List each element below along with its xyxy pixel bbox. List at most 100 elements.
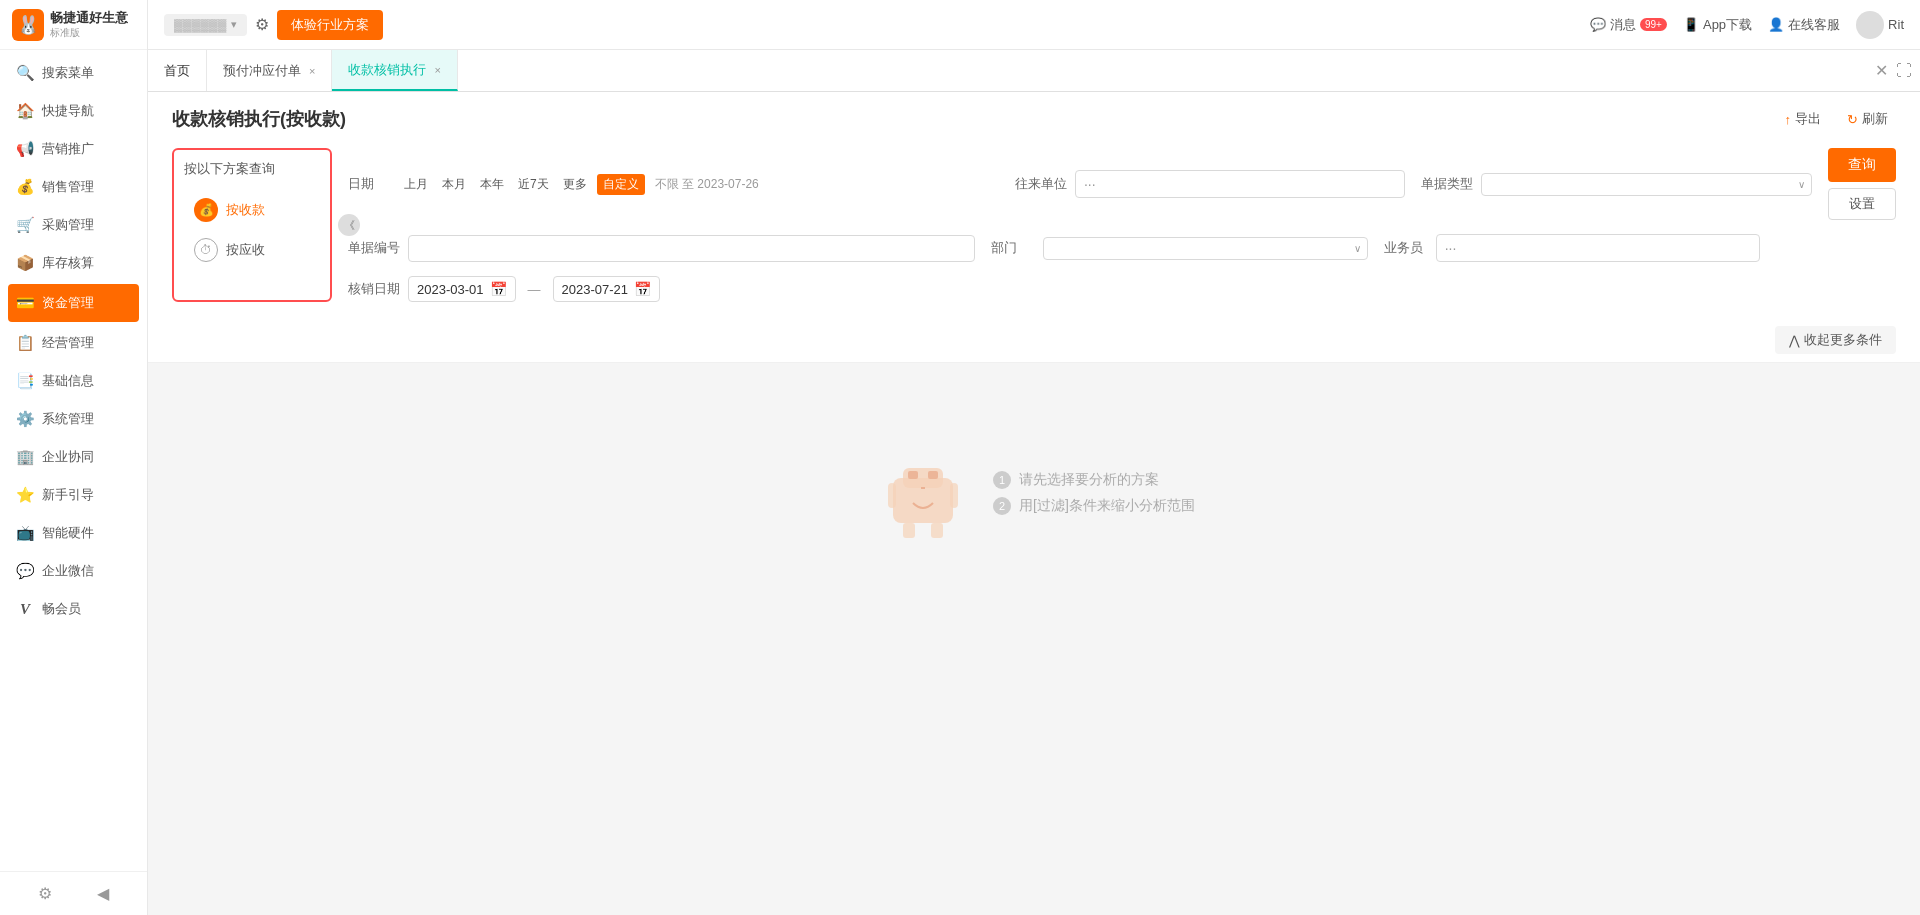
- counterpart-dots-icon: ···: [1076, 171, 1104, 197]
- sidebar-item-search[interactable]: 🔍 搜索菜单: [0, 54, 147, 92]
- purchase-icon: 🛒: [16, 216, 34, 234]
- counterpart-select[interactable]: ···: [1075, 170, 1406, 198]
- sidebar-item-label: 经营管理: [42, 334, 94, 352]
- topbar-right: 💬 消息 99+ 📱 App下载 👤 在线客服 Rit: [1590, 11, 1904, 39]
- filter-left-panel: 按以下方案查询 💰 按收款 ⏱ 按应收: [172, 148, 332, 302]
- sidebar-item-inventory[interactable]: 📦 库存核算: [0, 244, 147, 282]
- date-range-separator: —: [524, 282, 545, 297]
- tab-prepay-close[interactable]: ×: [309, 65, 315, 77]
- search-icon: 🔍: [16, 64, 34, 82]
- smart-icon: 📺: [16, 524, 34, 542]
- date-shortcut-this-year[interactable]: 本年: [476, 174, 508, 195]
- online-service-item[interactable]: 👤 在线客服: [1768, 16, 1840, 34]
- main-content: ▓▓▓▓▓▓ ▾ ⚙ 体验行业方案 💬 消息 99+ 📱 App下载 👤 在线客…: [148, 0, 1920, 915]
- topbar-account[interactable]: ▓▓▓▓▓▓ ▾: [164, 14, 247, 36]
- sidebar-item-label: 营销推广: [42, 140, 94, 158]
- writeoff-end-date-text: 2023-07-21: [562, 282, 629, 297]
- filter-right-form: 日期 上月 本月 本年 近7天 更多 自定义 不限 至 2023-07-26 往…: [348, 148, 1896, 302]
- sidebar-item-label: 企业协同: [42, 448, 94, 466]
- gear-icon[interactable]: ⚙: [255, 15, 269, 34]
- sidebar-item-member[interactable]: V 畅会员: [0, 590, 147, 628]
- account-dropdown-icon: ▾: [231, 18, 237, 31]
- tip-num-1: 1: [993, 471, 1011, 489]
- system-icon: ⚙️: [16, 410, 34, 428]
- sidebar-item-quick-nav[interactable]: 🏠 快捷导航: [0, 92, 147, 130]
- sidebar-item-marketing[interactable]: 📢 营销推广: [0, 130, 147, 168]
- voucher-type-arrow: ∨: [1792, 174, 1811, 195]
- sidebar-item-label: 系统管理: [42, 410, 94, 428]
- date-shortcut-7days[interactable]: 近7天: [514, 174, 553, 195]
- sidebar-item-label: 库存核算: [42, 254, 94, 272]
- dept-select[interactable]: ∨: [1043, 237, 1367, 260]
- sidebar-item-label: 快捷导航: [42, 102, 94, 120]
- svg-rect-3: [928, 471, 938, 479]
- action-buttons: 查询 设置: [1828, 148, 1896, 220]
- empty-illustration: [873, 443, 973, 543]
- tab-prepay[interactable]: 预付冲应付单 ×: [207, 50, 332, 91]
- export-icon: ↑: [1785, 112, 1792, 127]
- business-icon: 📋: [16, 334, 34, 352]
- svg-rect-6: [950, 483, 958, 508]
- topbar-left: ▓▓▓▓▓▓ ▾ ⚙ 体验行业方案: [164, 10, 1578, 40]
- collapse-more-button[interactable]: ⋀ 收起更多条件: [1775, 326, 1896, 354]
- solution-button[interactable]: 体验行业方案: [277, 10, 383, 40]
- staff-label: 业务员: [1384, 239, 1428, 257]
- date-shortcut-custom[interactable]: 自定义: [597, 174, 645, 195]
- user-info[interactable]: Rit: [1856, 11, 1904, 39]
- export-button[interactable]: ↑ 导出: [1777, 106, 1830, 132]
- panel-collapse-button[interactable]: 《: [338, 214, 360, 236]
- date-shortcut-more[interactable]: 更多: [559, 174, 591, 195]
- tip-text-2: 用[过滤]条件来缩小分析范围: [1019, 497, 1195, 515]
- topbar: ▓▓▓▓▓▓ ▾ ⚙ 体验行业方案 💬 消息 99+ 📱 App下载 👤 在线客…: [148, 0, 1920, 50]
- filter-row-3: 核销日期 2023-03-01 📅 — 2023-07-21 📅: [348, 276, 1896, 302]
- sidebar-item-label: 基础信息: [42, 372, 94, 390]
- sidebar-item-wechat[interactable]: 💬 企业微信: [0, 552, 147, 590]
- svg-rect-2: [908, 471, 918, 479]
- sidebar-item-label: 销售管理: [42, 178, 94, 196]
- filter-option-by-receipt[interactable]: 💰 按收款: [184, 190, 320, 230]
- sidebar-item-guide[interactable]: ⭐ 新手引导: [0, 476, 147, 514]
- expand-window-icon[interactable]: ⛶: [1896, 62, 1912, 80]
- sidebar-item-smart[interactable]: 📺 智能硬件: [0, 514, 147, 552]
- tab-collection[interactable]: 收款核销执行 ×: [332, 50, 457, 91]
- tab-prepay-label: 预付冲应付单: [223, 62, 301, 80]
- writeoff-start-date-text: 2023-03-01: [417, 282, 484, 297]
- messages-item[interactable]: 💬 消息 99+: [1590, 16, 1667, 34]
- logo-text: 畅捷通好生意 标准版: [50, 10, 128, 40]
- inventory-icon: 📦: [16, 254, 34, 272]
- page-content: 收款核销执行(按收款) ↑ 导出 ↻ 刷新 按以下方案查询 💰: [148, 92, 1920, 915]
- empty-tip-2: 2 用[过滤]条件来缩小分析范围: [993, 497, 1195, 515]
- sidebar-item-label: 资金管理: [42, 294, 94, 312]
- sidebar-item-enterprise[interactable]: 🏢 企业协同: [0, 438, 147, 476]
- date-shortcut-last-month[interactable]: 上月: [400, 174, 432, 195]
- tab-home[interactable]: 首页: [148, 50, 207, 91]
- app-download-item[interactable]: 📱 App下载: [1683, 16, 1752, 34]
- sidebar-item-sales[interactable]: 💰 销售管理: [0, 168, 147, 206]
- close-window-icon[interactable]: ✕: [1875, 61, 1888, 80]
- tip-text-1: 请先选择要分析的方案: [1019, 471, 1159, 489]
- sidebar-item-basic[interactable]: 📑 基础信息: [0, 362, 147, 400]
- settings-bottom-icon[interactable]: ⚙: [38, 884, 52, 903]
- voucher-no-input[interactable]: [408, 235, 975, 262]
- sidebar-item-label: 新手引导: [42, 486, 94, 504]
- writeoff-date-end-picker[interactable]: 2023-07-21 📅: [553, 276, 661, 302]
- staff-select[interactable]: ···: [1436, 234, 1760, 262]
- sidebar-item-business[interactable]: 📋 经营管理: [0, 324, 147, 362]
- date-shortcut-this-month[interactable]: 本月: [438, 174, 470, 195]
- refresh-button[interactable]: ↻ 刷新: [1839, 106, 1896, 132]
- logo-badge: 标准版: [50, 26, 128, 39]
- messages-label: 消息: [1610, 16, 1636, 34]
- settings-button[interactable]: 设置: [1828, 188, 1896, 220]
- calendar-start-icon: 📅: [490, 281, 507, 297]
- collapse-sidebar-icon[interactable]: ◀: [97, 884, 109, 903]
- tab-collection-close[interactable]: ×: [434, 64, 440, 76]
- voucher-type-placeholder: [1482, 179, 1792, 189]
- sidebar-item-label: 企业微信: [42, 562, 94, 580]
- sidebar-item-finance[interactable]: 💳 资金管理: [8, 284, 139, 322]
- filter-option-by-receivable[interactable]: ⏱ 按应收: [184, 230, 320, 270]
- voucher-type-select[interactable]: ∨: [1481, 173, 1812, 196]
- query-button[interactable]: 查询: [1828, 148, 1896, 182]
- sidebar-item-system[interactable]: ⚙️ 系统管理: [0, 400, 147, 438]
- writeoff-date-start-picker[interactable]: 2023-03-01 📅: [408, 276, 516, 302]
- sidebar-item-purchase[interactable]: 🛒 采购管理: [0, 206, 147, 244]
